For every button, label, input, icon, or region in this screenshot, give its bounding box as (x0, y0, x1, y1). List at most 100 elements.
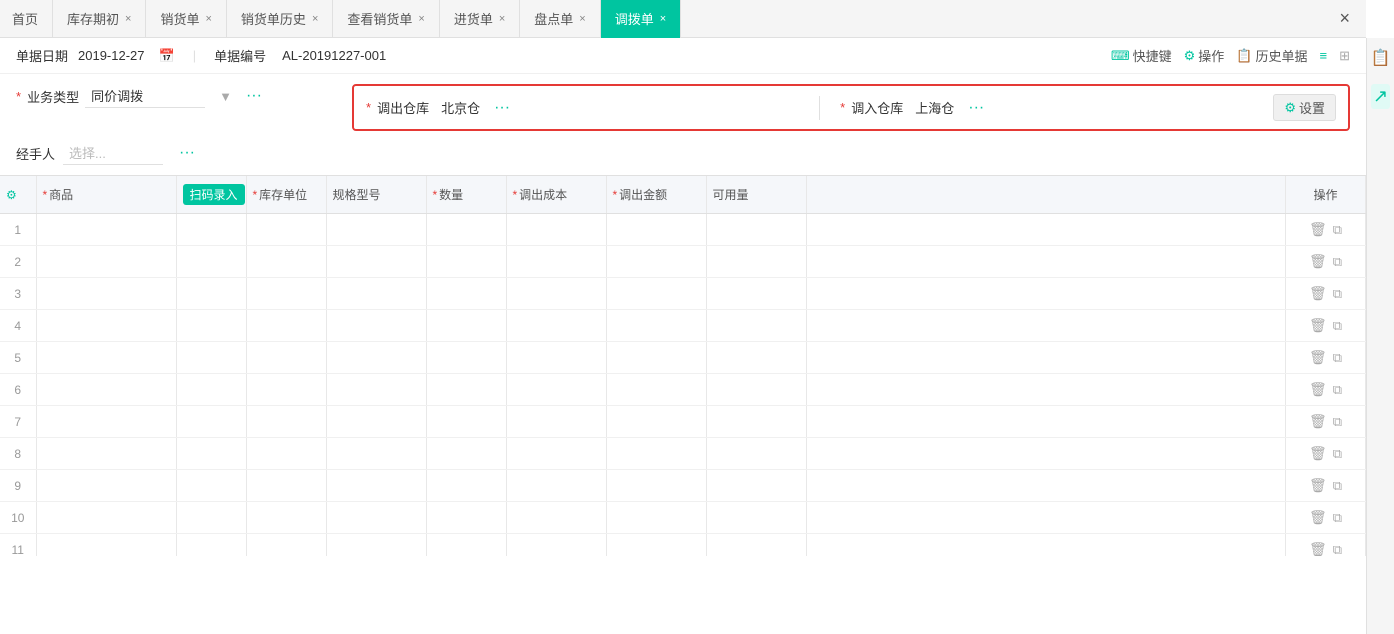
row-cost-9[interactable] (506, 470, 606, 502)
layout-btn1[interactable]: ≡ (1320, 48, 1328, 63)
row-goods-11[interactable] (36, 534, 176, 557)
row-unit-4[interactable] (246, 310, 326, 342)
copy-icon-1[interactable]: ⧉ (1333, 222, 1342, 238)
row-spec-7[interactable] (326, 406, 426, 438)
copy-icon-4[interactable]: ⧉ (1333, 318, 1342, 334)
row-qty-10[interactable] (426, 502, 506, 534)
row-goods-8[interactable] (36, 438, 176, 470)
biz-type-value[interactable]: 同价调拨 (85, 84, 205, 108)
copy-icon-3[interactable]: ⧉ (1333, 286, 1342, 302)
calendar-icon[interactable]: 📅 (159, 48, 175, 64)
delete-icon-11[interactable]: 🗑 (1309, 541, 1327, 556)
sidebar-doc-icon[interactable]: 📋 (1371, 48, 1391, 68)
delete-icon-10[interactable]: 🗑 (1309, 509, 1327, 526)
row-unit-5[interactable] (246, 342, 326, 374)
row-cost-1[interactable] (506, 214, 606, 246)
row-amount-3[interactable] (606, 278, 706, 310)
row-qty-3[interactable] (426, 278, 506, 310)
row-cost-8[interactable] (506, 438, 606, 470)
row-goods-5[interactable] (36, 342, 176, 374)
row-qty-9[interactable] (426, 470, 506, 502)
row-spec-11[interactable] (326, 534, 426, 557)
row-amount-5[interactable] (606, 342, 706, 374)
tab-sales-history[interactable]: 销货单历史 × (227, 0, 333, 38)
tab-purchase[interactable]: 进货单 × (440, 0, 520, 38)
layout-btn2[interactable]: ⊞ (1339, 48, 1350, 64)
delete-icon-9[interactable]: 🗑 (1309, 477, 1327, 494)
row-spec-1[interactable] (326, 214, 426, 246)
delete-icon-4[interactable]: 🗑 (1309, 317, 1327, 334)
delete-icon-1[interactable]: 🗑 (1309, 221, 1327, 238)
row-unit-9[interactable] (246, 470, 326, 502)
close-all-tabs[interactable]: × (1331, 8, 1358, 29)
row-qty-8[interactable] (426, 438, 506, 470)
agent-more[interactable]: ··· (179, 144, 195, 162)
row-spec-4[interactable] (326, 310, 426, 342)
tab-inventory-close[interactable]: × (579, 13, 585, 25)
agent-input[interactable]: 选择... (63, 141, 163, 165)
copy-icon-9[interactable]: ⧉ (1333, 478, 1342, 494)
tab-view-sales[interactable]: 查看销货单 × (333, 0, 439, 38)
th-scan[interactable]: 扫码录入 (176, 176, 246, 214)
row-cost-7[interactable] (506, 406, 606, 438)
copy-icon-11[interactable]: ⧉ (1333, 542, 1342, 557)
in-wh-more[interactable]: ··· (968, 99, 984, 117)
tab-stock-init-close[interactable]: × (125, 13, 131, 25)
row-unit-6[interactable] (246, 374, 326, 406)
row-qty-2[interactable] (426, 246, 506, 278)
row-amount-7[interactable] (606, 406, 706, 438)
row-qty-1[interactable] (426, 214, 506, 246)
copy-icon-10[interactable]: ⧉ (1333, 510, 1342, 526)
row-unit-2[interactable] (246, 246, 326, 278)
th-settings[interactable]: ⚙ (0, 176, 36, 214)
row-qty-7[interactable] (426, 406, 506, 438)
row-qty-4[interactable] (426, 310, 506, 342)
in-wh-value[interactable]: 上海仓 (915, 98, 954, 117)
row-amount-10[interactable] (606, 502, 706, 534)
ops-btn[interactable]: ⚙ 操作 (1184, 46, 1225, 65)
row-goods-6[interactable] (36, 374, 176, 406)
scan-btn[interactable]: 扫码录入 (183, 184, 245, 205)
row-goods-2[interactable] (36, 246, 176, 278)
row-spec-5[interactable] (326, 342, 426, 374)
delete-icon-5[interactable]: 🗑 (1309, 349, 1327, 366)
row-goods-4[interactable] (36, 310, 176, 342)
row-spec-2[interactable] (326, 246, 426, 278)
copy-icon-8[interactable]: ⧉ (1333, 446, 1342, 462)
row-amount-11[interactable] (606, 534, 706, 557)
row-cost-3[interactable] (506, 278, 606, 310)
row-spec-8[interactable] (326, 438, 426, 470)
tab-transfer-close[interactable]: × (660, 13, 666, 25)
row-spec-6[interactable] (326, 374, 426, 406)
row-amount-9[interactable] (606, 470, 706, 502)
row-goods-9[interactable] (36, 470, 176, 502)
tab-inventory[interactable]: 盘点单 × (520, 0, 600, 38)
row-unit-1[interactable] (246, 214, 326, 246)
row-qty-11[interactable] (426, 534, 506, 557)
row-spec-9[interactable] (326, 470, 426, 502)
row-cost-5[interactable] (506, 342, 606, 374)
row-spec-3[interactable] (326, 278, 426, 310)
delete-icon-3[interactable]: 🗑 (1309, 285, 1327, 302)
tab-sales-close[interactable]: × (205, 13, 211, 25)
row-unit-11[interactable] (246, 534, 326, 557)
tab-stock-init[interactable]: 库存期初 × (53, 0, 146, 38)
row-unit-10[interactable] (246, 502, 326, 534)
row-amount-4[interactable] (606, 310, 706, 342)
history-btn[interactable]: 📋 历史单据 (1236, 46, 1307, 65)
copy-icon-2[interactable]: ⧉ (1333, 254, 1342, 270)
copy-icon-7[interactable]: ⧉ (1333, 414, 1342, 430)
row-unit-3[interactable] (246, 278, 326, 310)
delete-icon-2[interactable]: 🗑 (1309, 253, 1327, 270)
form-settings-btn[interactable]: ⚙ 设置 (1273, 94, 1336, 121)
tab-transfer[interactable]: 调拨单 × (601, 0, 681, 38)
row-goods-1[interactable] (36, 214, 176, 246)
delete-icon-8[interactable]: 🗑 (1309, 445, 1327, 462)
row-amount-2[interactable] (606, 246, 706, 278)
row-unit-7[interactable] (246, 406, 326, 438)
tab-view-sales-close[interactable]: × (418, 13, 424, 25)
row-amount-1[interactable] (606, 214, 706, 246)
delete-icon-6[interactable]: 🗑 (1309, 381, 1327, 398)
shortcut-btn[interactable]: ⌨ 快捷键 (1111, 46, 1172, 65)
row-cost-4[interactable] (506, 310, 606, 342)
